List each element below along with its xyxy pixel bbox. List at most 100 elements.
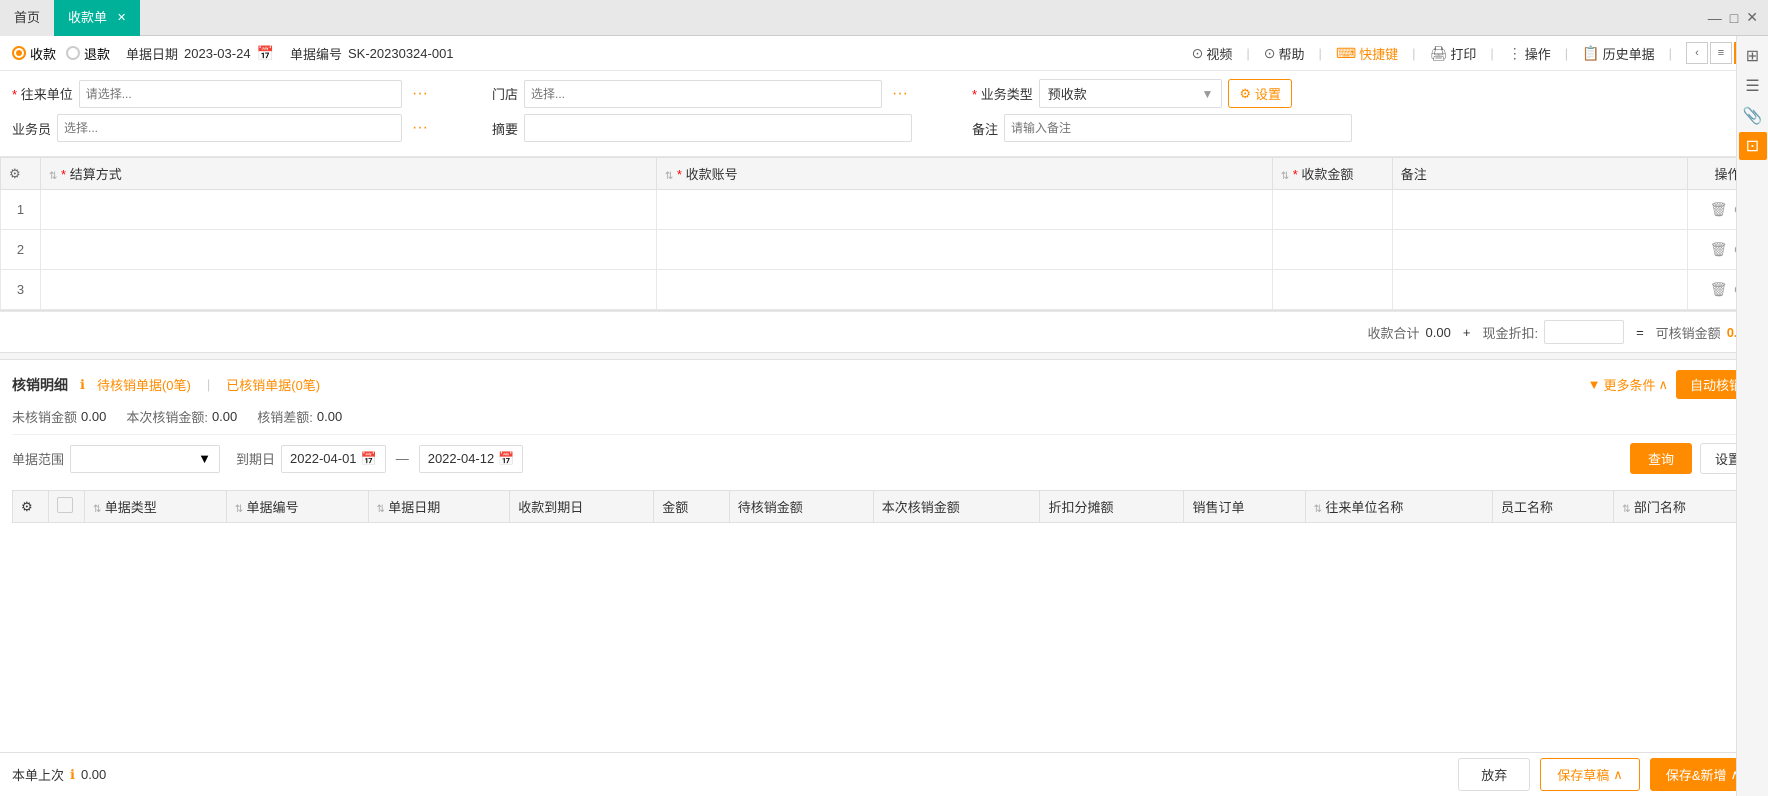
col-due-date: 收款到期日 [510,491,654,523]
row-3-amount[interactable] [1272,270,1392,310]
date-range-label: 单据范围 [12,449,64,468]
row-1-remark[interactable] [1392,190,1687,230]
col-settings[interactable]: ⚙ [1,158,41,190]
print-icon: 🖨 [1430,45,1448,62]
reconcile-info-icon[interactable]: ℹ [80,377,85,393]
row-3-account[interactable] [656,270,1272,310]
operation-button[interactable]: ⋮ 操作 [1508,44,1551,63]
layout-prev-icon[interactable]: ‹ [1686,42,1708,64]
plus-sign: + [1463,325,1471,340]
business-type-field: * 业务类型 预收款 ▼ ⚙ 设置 [972,79,1292,108]
row-3-delete-icon[interactable]: 🗑 [1710,281,1728,298]
status-text: 本单上次 ℹ 0.00 [12,765,106,784]
form-row-2: 业务员 ··· 摘要 备注 [12,114,1756,142]
settings-button[interactable]: ⚙ 设置 [1228,79,1292,108]
tab-link-separator: | [207,377,210,392]
video-icon: ⊙ [1192,45,1204,62]
calendar-icon[interactable]: 📅 [257,45,274,62]
business-type-select[interactable]: 预收款 ▼ [1039,79,1223,108]
row-2-remark[interactable] [1392,230,1687,270]
staff-more-icon[interactable]: ··· [408,119,432,137]
row-2-settlement[interactable] [41,230,657,270]
counterpart-more-icon[interactable]: ··· [408,85,432,103]
status-actions: 放弃 保存草稿 ∧ 保存&新增 ∧ [1458,758,1756,791]
unreconciled-stat: 未核销金额 0.00 [12,407,106,426]
layout-list-icon[interactable]: ≡ [1710,42,1732,64]
summary-field: 摘要 [492,114,912,142]
date-field: 单据日期 2023-03-24 📅 [126,44,274,63]
col-staff-b: 员工名称 [1493,491,1614,523]
row-num-2: 2 [1,230,41,270]
unreconciled-label: 未核销金额 [12,407,77,426]
print-button[interactable]: 🖨 打印 [1430,44,1477,63]
radio-shoukuan[interactable]: 收款 [12,44,56,63]
row-num-1: 1 [1,190,41,230]
discard-button[interactable]: 放弃 [1458,758,1530,791]
remark-field: 备注 [972,114,1352,142]
summary-input[interactable] [524,114,912,142]
due-date-field: 到期日 2022-04-01 📅 — 2022-04-12 📅 [236,445,523,473]
table-row: 2 🗑 ⊕ [1,230,1768,270]
date-range-select[interactable]: ▼ [70,445,220,473]
table-gear-icon[interactable]: ⚙ [9,166,21,181]
row-1-delete-icon[interactable]: 🗑 [1710,201,1728,218]
row-1-settlement[interactable] [41,190,657,230]
done-tab-link[interactable]: 已核销单据(0笔) [226,375,320,394]
video-button[interactable]: ⊙ 视频 [1192,44,1233,63]
status-info-icon[interactable]: ℹ [70,767,75,783]
remark-input[interactable] [1004,114,1352,142]
calendar-from-icon[interactable]: 📅 [361,451,377,467]
history-label: 历史单据 [1603,44,1655,63]
col-gear-bottom[interactable]: ⚙ [13,491,49,523]
counterpart-input[interactable] [79,80,402,108]
bottom-gear-icon[interactable]: ⚙ [21,499,33,514]
pending-tab-link[interactable]: 待核销单据(0笔) [97,375,191,394]
help-label: 帮助 [1279,44,1305,63]
row-3-settlement[interactable] [41,270,657,310]
row-1-amount[interactable] [1272,190,1392,230]
due-date-from-text: 2022-04-01 [290,451,357,466]
col-current-b: 本次核销金额 [873,491,1040,523]
due-date-from-input[interactable]: 2022-04-01 📅 [281,445,386,473]
store-input[interactable] [524,80,882,108]
due-date-label: 到期日 [236,449,275,468]
row-2-account[interactable] [656,230,1272,270]
row-1-account[interactable] [656,190,1272,230]
col-discount-b: 折扣分摊额 [1040,491,1184,523]
due-date-to-input[interactable]: 2022-04-12 📅 [419,445,524,473]
sidebar-attachment-icon[interactable]: 📎 [1739,102,1767,130]
history-button[interactable]: 📋 历史单据 [1582,44,1654,63]
col-account: ⇅ * 收款账号 [656,158,1272,190]
calendar-to-icon[interactable]: 📅 [498,451,514,467]
maximize-button[interactable]: □ [1730,10,1738,26]
unreconciled-value: 0.00 [81,409,106,424]
more-conditions-button[interactable]: ▼ 更多条件 ∧ [1588,375,1668,394]
close-button[interactable]: ✕ [1746,9,1758,26]
query-button[interactable]: 查询 [1630,443,1692,474]
help-icon: ⊙ [1264,45,1276,62]
sidebar-table-icon[interactable]: ⊞ [1739,42,1767,70]
row-3-remark[interactable] [1392,270,1687,310]
tab-close-icon[interactable]: ✕ [117,0,126,36]
store-more-icon[interactable]: ··· [888,85,912,103]
radio-tuikuan[interactable]: 退款 [66,44,110,63]
col-sales-order: 销售订单 [1184,491,1305,523]
row-2-amount[interactable] [1272,230,1392,270]
form-row-1: * 往来单位 ··· 门店 ··· * 业务类型 预收款 [12,79,1756,108]
shortcut-button[interactable]: ⌨ 快捷键 [1336,44,1398,63]
save-draft-button[interactable]: 保存草稿 ∧ [1540,758,1640,791]
col-checkbox [49,491,85,523]
store-field: 门店 ··· [492,80,912,108]
discount-input[interactable] [1544,320,1624,344]
select-all-checkbox[interactable] [57,497,73,513]
staff-input[interactable] [57,114,402,142]
tab-receipt[interactable]: 收款单 ✕ [54,0,140,36]
minimize-button[interactable]: — [1708,10,1722,26]
sidebar-list-icon[interactable]: ☰ [1739,72,1767,100]
sidebar-scan-icon[interactable]: ⊡ [1739,132,1767,160]
row-2-delete-icon[interactable]: 🗑 [1710,241,1728,258]
help-button[interactable]: ⊙ 帮助 [1264,44,1305,63]
save-draft-label: 保存草稿 [1557,765,1609,784]
tab-home[interactable]: 首页 [0,0,54,36]
staff-label: 业务员 [12,119,51,138]
